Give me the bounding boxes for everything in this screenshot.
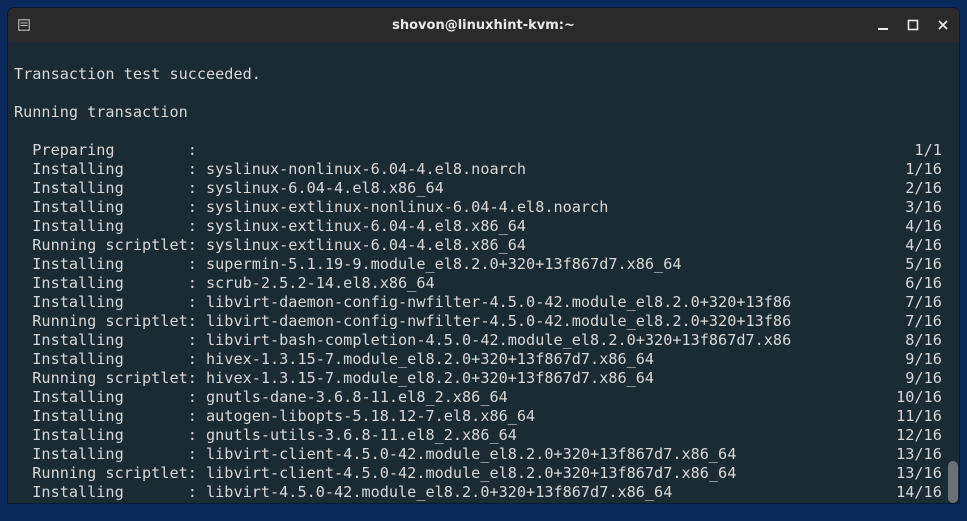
terminal-line: Running scriptlet: libvirt-client-4.5.0-… [14,464,953,483]
minimize-button[interactable] [875,17,891,33]
terminal-line: Installing : hivex-1.3.15-7.module_el8.2… [14,350,953,369]
terminal-line: Installing : libvirt-daemon-config-nwfil… [14,293,953,312]
maximize-button[interactable] [905,17,921,33]
terminal-line: Installing : syslinux-nonlinux-6.04-4.el… [14,160,953,179]
terminal-line: Installing : gnutls-utils-3.6.8-11.el8_2… [14,426,953,445]
terminal-line: Running scriptlet: syslinux-extlinux-6.0… [14,236,953,255]
terminal-line: Preparing : 1/1 [14,141,953,160]
app-menu-icon[interactable] [16,17,32,33]
terminal-line: Installing : autogen-libopts-5.18.12-7.e… [14,407,953,426]
terminal-line: Running scriptlet: hivex-1.3.15-7.module… [14,369,953,388]
terminal-line: Installing : gnutls-dane-3.6.8-11.el8_2.… [14,388,953,407]
terminal-line: Transaction test succeeded. [14,65,953,84]
terminal-line: Installing : libvirt-4.5.0-42.module_el8… [14,483,953,502]
scrollbar[interactable] [948,42,958,503]
terminal-line: Installing : libguestfs-1:1.38.4-15.modu… [14,502,953,503]
terminal-line: Running transaction [14,103,953,122]
terminal-line: Installing : syslinux-extlinux-6.04-4.el… [14,217,953,236]
terminal-line: Installing : syslinux-6.04-4.el8.x86_642… [14,179,953,198]
terminal-output[interactable]: Transaction test succeeded. Running tran… [8,42,959,503]
terminal-line: Installing : scrub-2.5.2-14.el8.x86_646/… [14,274,953,293]
window-controls [875,17,951,33]
terminal-line: Installing : libvirt-bash-completion-4.5… [14,331,953,350]
close-button[interactable] [935,17,951,33]
scrollbar-thumb[interactable] [948,461,958,503]
terminal-line: Installing : syslinux-extlinux-nonlinux-… [14,198,953,217]
titlebar: shovon@linuxhint-kvm:~ [8,8,959,42]
terminal-line: Installing : supermin-5.1.19-9.module_el… [14,255,953,274]
terminal-window: shovon@linuxhint-kvm:~ Transaction test … [8,8,959,503]
window-title: shovon@linuxhint-kvm:~ [392,18,575,33]
terminal-line: Installing : libvirt-client-4.5.0-42.mod… [14,445,953,464]
terminal-line: Running scriptlet: libvirt-daemon-config… [14,312,953,331]
